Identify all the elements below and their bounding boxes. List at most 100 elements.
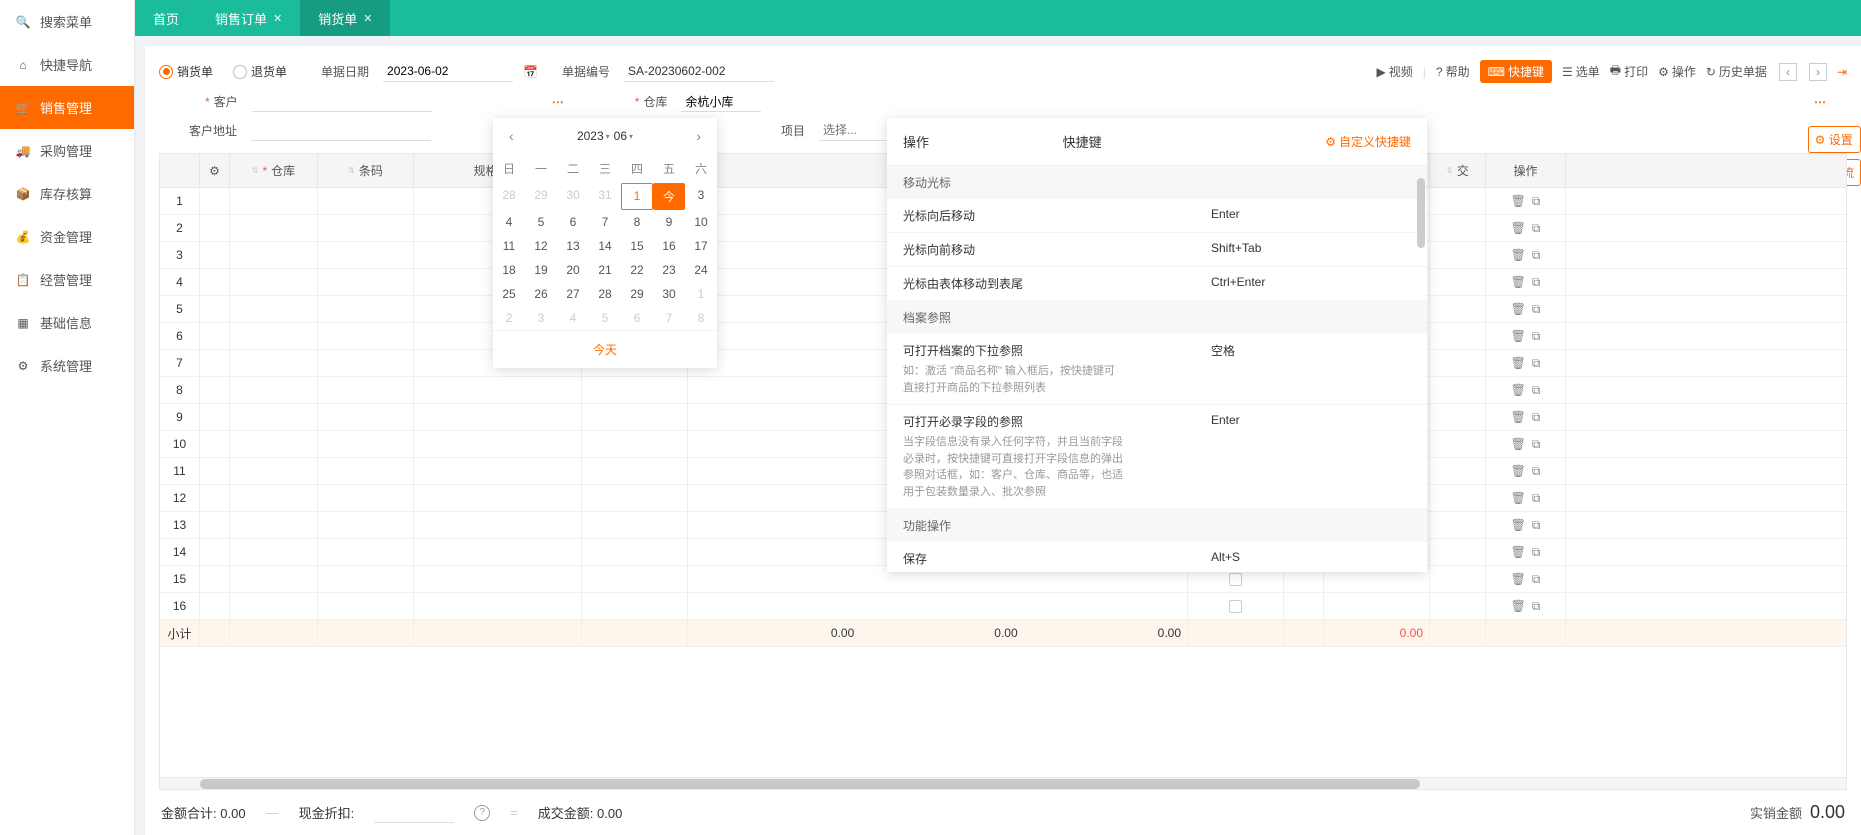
cell[interactable] [200, 296, 230, 322]
cal-day[interactable]: 19 [525, 258, 557, 282]
history-button[interactable]: ↻历史单据 [1706, 63, 1767, 80]
prev-button[interactable]: ‹ [1779, 63, 1797, 81]
cell[interactable] [230, 593, 318, 619]
radio-sale[interactable]: 销货单 [159, 63, 213, 80]
tab-sales-order[interactable]: 销售订单✕ [197, 0, 300, 36]
table-row[interactable]: 16 🗑⧉ [160, 593, 1846, 620]
delete-icon[interactable]: 🗑 [1511, 545, 1526, 560]
delete-icon[interactable]: 🗑 [1511, 410, 1526, 425]
cal-day[interactable]: 27 [557, 282, 589, 306]
cal-day-next[interactable]: 8 [685, 306, 717, 330]
scrollbar-thumb[interactable] [200, 779, 1420, 789]
sidebar-item-purchase[interactable]: 🚚采购管理 [0, 129, 134, 172]
cal-day[interactable]: 25 [493, 282, 525, 306]
cal-today-button[interactable]: 今天 [493, 330, 717, 368]
cal-day[interactable]: 24 [685, 258, 717, 282]
cell[interactable] [200, 485, 230, 511]
cal-day[interactable]: 10 [685, 210, 717, 234]
delete-icon[interactable]: 🗑 [1511, 356, 1526, 371]
warehouse-input[interactable] [681, 91, 761, 112]
delete-icon[interactable]: 🗑 [1511, 518, 1526, 533]
cal-day[interactable]: 30 [653, 282, 685, 306]
cell[interactable] [230, 539, 318, 565]
delete-icon[interactable]: 🗑 [1511, 275, 1526, 290]
cal-day[interactable]: 22 [621, 258, 653, 282]
sidebar-item-finance[interactable]: 💰资金管理 [0, 215, 134, 258]
settings-button[interactable]: ⚙ 设置 [1808, 126, 1861, 153]
cal-day[interactable]: 12 [525, 234, 557, 258]
cal-day-prev[interactable]: 30 [557, 183, 589, 210]
close-icon[interactable]: ✕ [273, 12, 282, 25]
cal-year-select[interactable]: 2023▾ [577, 129, 610, 143]
cell[interactable] [582, 566, 688, 592]
more-icon[interactable]: ⋯ [1814, 95, 1827, 109]
cell[interactable] [230, 350, 318, 376]
copy-icon[interactable]: ⧉ [1532, 221, 1541, 236]
copy-icon[interactable]: ⧉ [1532, 437, 1541, 452]
sidebar-item-system[interactable]: ⚙系统管理 [0, 344, 134, 387]
shortcut-button[interactable]: ⌨快捷键 [1480, 60, 1552, 83]
cell[interactable] [1430, 512, 1486, 538]
operate-button[interactable]: ⚙操作 [1658, 63, 1696, 80]
cal-day[interactable]: 26 [525, 282, 557, 306]
cal-day[interactable]: 13 [557, 234, 589, 258]
cell[interactable] [318, 377, 414, 403]
cal-day[interactable]: 9 [653, 210, 685, 234]
cell[interactable] [230, 269, 318, 295]
cell[interactable] [200, 350, 230, 376]
cell[interactable] [200, 593, 230, 619]
delete-icon[interactable]: 🗑 [1511, 329, 1526, 344]
sidebar-item-basic[interactable]: ▦基础信息 [0, 301, 134, 344]
cell[interactable] [582, 377, 688, 403]
horizontal-scrollbar[interactable] [160, 777, 1846, 789]
delete-icon[interactable]: 🗑 [1511, 194, 1526, 209]
cell[interactable] [582, 485, 688, 511]
cal-day[interactable]: 6 [557, 210, 589, 234]
more-icon[interactable]: ⋯ [552, 95, 565, 109]
cell[interactable] [582, 512, 688, 538]
cell[interactable] [230, 242, 318, 268]
cal-day-next[interactable]: 1 [685, 282, 717, 306]
cell[interactable] [1430, 404, 1486, 430]
cell[interactable] [1430, 485, 1486, 511]
cal-day[interactable]: 1 [621, 183, 653, 210]
cell[interactable] [414, 404, 582, 430]
cell[interactable] [318, 485, 414, 511]
cal-next-button[interactable]: › [690, 126, 707, 146]
custom-shortcut-button[interactable]: ⚙自定义快捷键 [1325, 133, 1411, 150]
cal-day-next[interactable]: 3 [525, 306, 557, 330]
cell[interactable] [200, 431, 230, 457]
copy-icon[interactable]: ⧉ [1532, 599, 1541, 614]
th-barcode[interactable]: ⇅条码 [318, 154, 414, 187]
cell[interactable] [230, 323, 318, 349]
select-button[interactable]: ☰选单 [1562, 63, 1600, 80]
cell[interactable] [1430, 458, 1486, 484]
delete-icon[interactable]: 🗑 [1511, 464, 1526, 479]
cal-day[interactable]: 11 [493, 234, 525, 258]
cell[interactable] [414, 512, 582, 538]
cell[interactable] [318, 269, 414, 295]
cell[interactable] [318, 215, 414, 241]
cell[interactable] [318, 458, 414, 484]
delete-icon[interactable]: 🗑 [1511, 491, 1526, 506]
cell[interactable] [1430, 296, 1486, 322]
date-input[interactable] [383, 61, 513, 82]
cal-day[interactable]: 5 [525, 210, 557, 234]
cell[interactable] [318, 242, 414, 268]
cal-day[interactable]: 今 [653, 183, 685, 210]
discount-input[interactable] [374, 802, 454, 823]
sidebar-item-quicknav[interactable]: ⌂快捷导航 [0, 43, 134, 86]
sidebar-item-inventory[interactable]: 📦库存核算 [0, 172, 134, 215]
cal-day[interactable]: 16 [653, 234, 685, 258]
copy-icon[interactable]: ⧉ [1532, 248, 1541, 263]
cal-day[interactable]: 3 [685, 183, 717, 210]
cal-day-prev[interactable]: 29 [525, 183, 557, 210]
cell[interactable] [414, 485, 582, 511]
cell[interactable] [200, 512, 230, 538]
cal-day-next[interactable]: 7 [653, 306, 685, 330]
cell[interactable] [200, 539, 230, 565]
cal-day[interactable]: 4 [493, 210, 525, 234]
cell[interactable] [318, 188, 414, 214]
cell[interactable] [1430, 215, 1486, 241]
cell[interactable] [230, 296, 318, 322]
